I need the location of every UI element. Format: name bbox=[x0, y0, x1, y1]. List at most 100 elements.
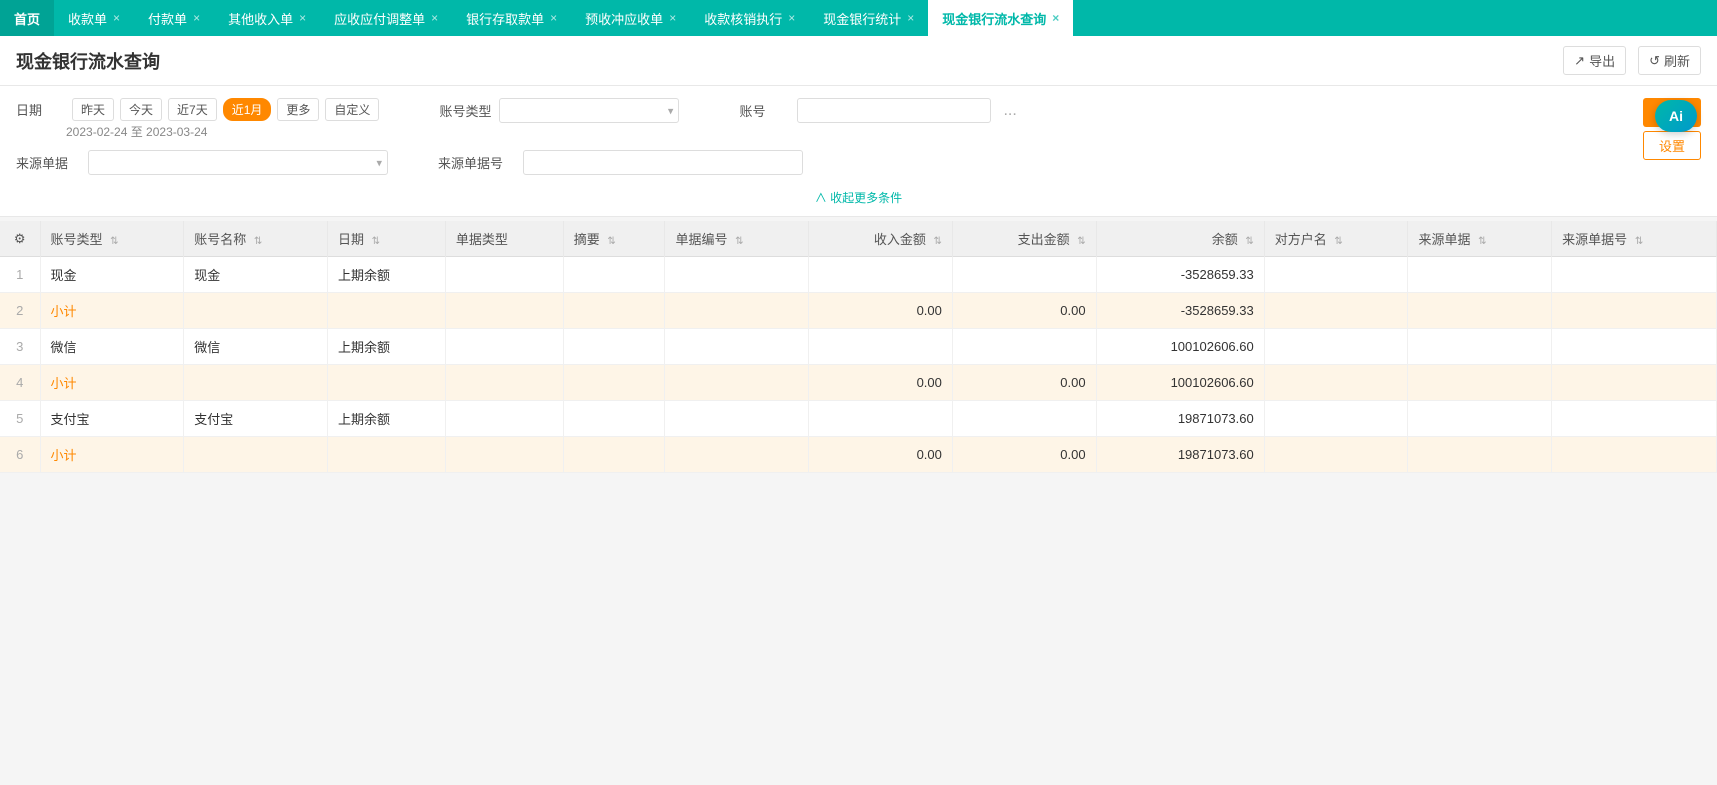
th-expense[interactable]: 支出金额 ⇅ bbox=[952, 221, 1096, 257]
th-account-name-label: 账号名称 bbox=[194, 232, 246, 247]
th-counterpart-label: 对方户名 bbox=[1275, 232, 1327, 247]
th-voucher-type[interactable]: 单据类型 bbox=[445, 221, 563, 257]
cell-balance: 100102606.60 bbox=[1096, 329, 1264, 365]
cell-index: 3 bbox=[0, 329, 40, 365]
table-row[interactable]: 3微信微信上期余额100102606.60 bbox=[0, 329, 1717, 365]
cell-sourceDocNo bbox=[1552, 437, 1717, 473]
cell-voucherNo bbox=[665, 257, 809, 293]
table-row[interactable]: 4小计0.000.00100102606.60 bbox=[0, 365, 1717, 401]
cell-summary bbox=[563, 437, 665, 473]
th-account-type[interactable]: 账号类型 ⇅ bbox=[40, 221, 184, 257]
cell-income: 0.00 bbox=[809, 365, 953, 401]
cell-accountType: 小计 bbox=[40, 437, 184, 473]
cell-accountName: 微信 bbox=[184, 329, 328, 365]
cell-voucherType bbox=[445, 257, 563, 293]
cell-income bbox=[809, 401, 953, 437]
tab-close-1[interactable]: × bbox=[193, 11, 200, 25]
th-summary-label: 摘要 bbox=[574, 232, 600, 247]
tab-close-0[interactable]: × bbox=[113, 11, 120, 25]
nav-home[interactable]: 首页 bbox=[0, 0, 54, 36]
tab-close-3[interactable]: × bbox=[431, 11, 438, 25]
cell-summary bbox=[563, 401, 665, 437]
cell-expense: 0.00 bbox=[952, 437, 1096, 473]
th-account-name[interactable]: 账号名称 ⇅ bbox=[184, 221, 328, 257]
cell-expense bbox=[952, 329, 1096, 365]
cell-accountType: 支付宝 bbox=[40, 401, 184, 437]
date-btn-custom[interactable]: 自定义 bbox=[325, 98, 379, 121]
cell-income bbox=[809, 329, 953, 365]
source-doc-label: 来源单据 bbox=[16, 153, 68, 172]
cell-date: 上期余额 bbox=[327, 257, 445, 293]
table-row[interactable]: 1现金现金上期余额-3528659.33 bbox=[0, 257, 1717, 293]
th-summary[interactable]: 摘要 ⇅ bbox=[563, 221, 665, 257]
account-dots[interactable]: ... bbox=[999, 102, 1020, 120]
table-row[interactable]: 2小计0.000.00-3528659.33 bbox=[0, 293, 1717, 329]
date-btn-1month[interactable]: 近1月 bbox=[223, 98, 272, 121]
nav-tab-bankDeposit[interactable]: 银行存取款单 × bbox=[452, 0, 571, 36]
settings-button[interactable]: 设置 bbox=[1643, 131, 1701, 160]
cell-index: 6 bbox=[0, 437, 40, 473]
cell-sourceDoc bbox=[1408, 329, 1552, 365]
table-body: 1现金现金上期余额-3528659.332小计0.000.00-3528659.… bbox=[0, 257, 1717, 473]
cell-expense: 0.00 bbox=[952, 293, 1096, 329]
cell-accountName bbox=[184, 365, 328, 401]
date-btn-yesterday[interactable]: 昨天 bbox=[72, 98, 114, 121]
th-settings[interactable]: ⚙ bbox=[0, 221, 40, 257]
nav-tab-shouKuanDan[interactable]: 收款单 × bbox=[54, 0, 134, 36]
th-source-doc-no[interactable]: 来源单据号 ⇅ bbox=[1552, 221, 1717, 257]
cell-summary bbox=[563, 257, 665, 293]
date-btn-today[interactable]: 今天 bbox=[120, 98, 162, 121]
cell-voucherType bbox=[445, 365, 563, 401]
source-doc-select[interactable] bbox=[88, 150, 388, 175]
cell-summary bbox=[563, 293, 665, 329]
nav-tab-cashStat[interactable]: 现金银行统计 × bbox=[809, 0, 928, 36]
cell-sourceDocNo bbox=[1552, 401, 1717, 437]
export-label: 导出 bbox=[1589, 51, 1615, 70]
cell-accountName bbox=[184, 293, 328, 329]
date-btn-7days[interactable]: 近7天 bbox=[168, 98, 217, 121]
th-date[interactable]: 日期 ⇅ bbox=[327, 221, 445, 257]
th-voucher-no[interactable]: 单据编号 ⇅ bbox=[665, 221, 809, 257]
nav-tab-collection[interactable]: 收款核销执行 × bbox=[690, 0, 809, 36]
cell-counterpart bbox=[1264, 365, 1408, 401]
th-counterpart[interactable]: 对方户名 ⇅ bbox=[1264, 221, 1408, 257]
th-balance[interactable]: 余额 ⇅ bbox=[1096, 221, 1264, 257]
tab-close-2[interactable]: × bbox=[299, 11, 306, 25]
ai-badge[interactable]: Ai bbox=[1655, 100, 1697, 132]
tab-label-0: 收款单 bbox=[68, 9, 107, 28]
cell-voucherType bbox=[445, 437, 563, 473]
cell-date: 上期余额 bbox=[327, 329, 445, 365]
sort-icon-balance: ⇅ bbox=[1245, 236, 1253, 247]
table-row[interactable]: 6小计0.000.0019871073.60 bbox=[0, 437, 1717, 473]
tab-close-8[interactable]: × bbox=[1052, 11, 1059, 25]
th-income[interactable]: 收入金额 ⇅ bbox=[809, 221, 953, 257]
nav-tab-cashFlow[interactable]: 现金银行流水查询 × bbox=[928, 0, 1073, 36]
account-input[interactable] bbox=[797, 98, 991, 123]
sort-icon-voucher-no: ⇅ bbox=[735, 236, 743, 247]
export-button[interactable]: ↗ 导出 bbox=[1563, 46, 1626, 75]
nav-tab-preReceipt[interactable]: 预收冲应收单 × bbox=[571, 0, 690, 36]
th-voucher-no-label: 单据编号 bbox=[675, 232, 727, 247]
date-range: 2023-02-24 至 2023-03-24 bbox=[66, 123, 379, 140]
table-row[interactable]: 5支付宝支付宝上期余额19871073.60 bbox=[0, 401, 1717, 437]
cell-accountName: 支付宝 bbox=[184, 401, 328, 437]
nav-tab-fuKuanDan[interactable]: 付款单 × bbox=[134, 0, 214, 36]
tab-close-4[interactable]: × bbox=[550, 11, 557, 25]
th-source-doc[interactable]: 来源单据 ⇅ bbox=[1408, 221, 1552, 257]
tab-close-5[interactable]: × bbox=[669, 11, 676, 25]
nav-tab-otherIncome[interactable]: 其他收入单 × bbox=[214, 0, 320, 36]
table-header-row: ⚙ 账号类型 ⇅ 账号名称 ⇅ 日期 ⇅ 单据类型 摘要 bbox=[0, 221, 1717, 257]
table-container: ⚙ 账号类型 ⇅ 账号名称 ⇅ 日期 ⇅ 单据类型 摘要 bbox=[0, 221, 1717, 473]
cell-balance: 100102606.60 bbox=[1096, 365, 1264, 401]
source-doc-no-label: 来源单据号 bbox=[438, 153, 503, 172]
tab-close-7[interactable]: × bbox=[907, 11, 914, 25]
collapse-bar[interactable]: ∧ 收起更多条件 bbox=[16, 185, 1701, 212]
tab-close-6[interactable]: × bbox=[788, 11, 795, 25]
account-type-select[interactable]: 现金 微信 支付宝 bbox=[499, 98, 679, 123]
nav-tab-adjustment[interactable]: 应收应付调整单 × bbox=[320, 0, 452, 36]
date-btn-more[interactable]: 更多 bbox=[277, 98, 319, 121]
cell-income: 0.00 bbox=[809, 293, 953, 329]
source-doc-no-input[interactable] bbox=[523, 150, 803, 175]
refresh-button[interactable]: ↺ 刷新 bbox=[1638, 46, 1701, 75]
tab-label-7: 现金银行统计 bbox=[823, 9, 901, 28]
